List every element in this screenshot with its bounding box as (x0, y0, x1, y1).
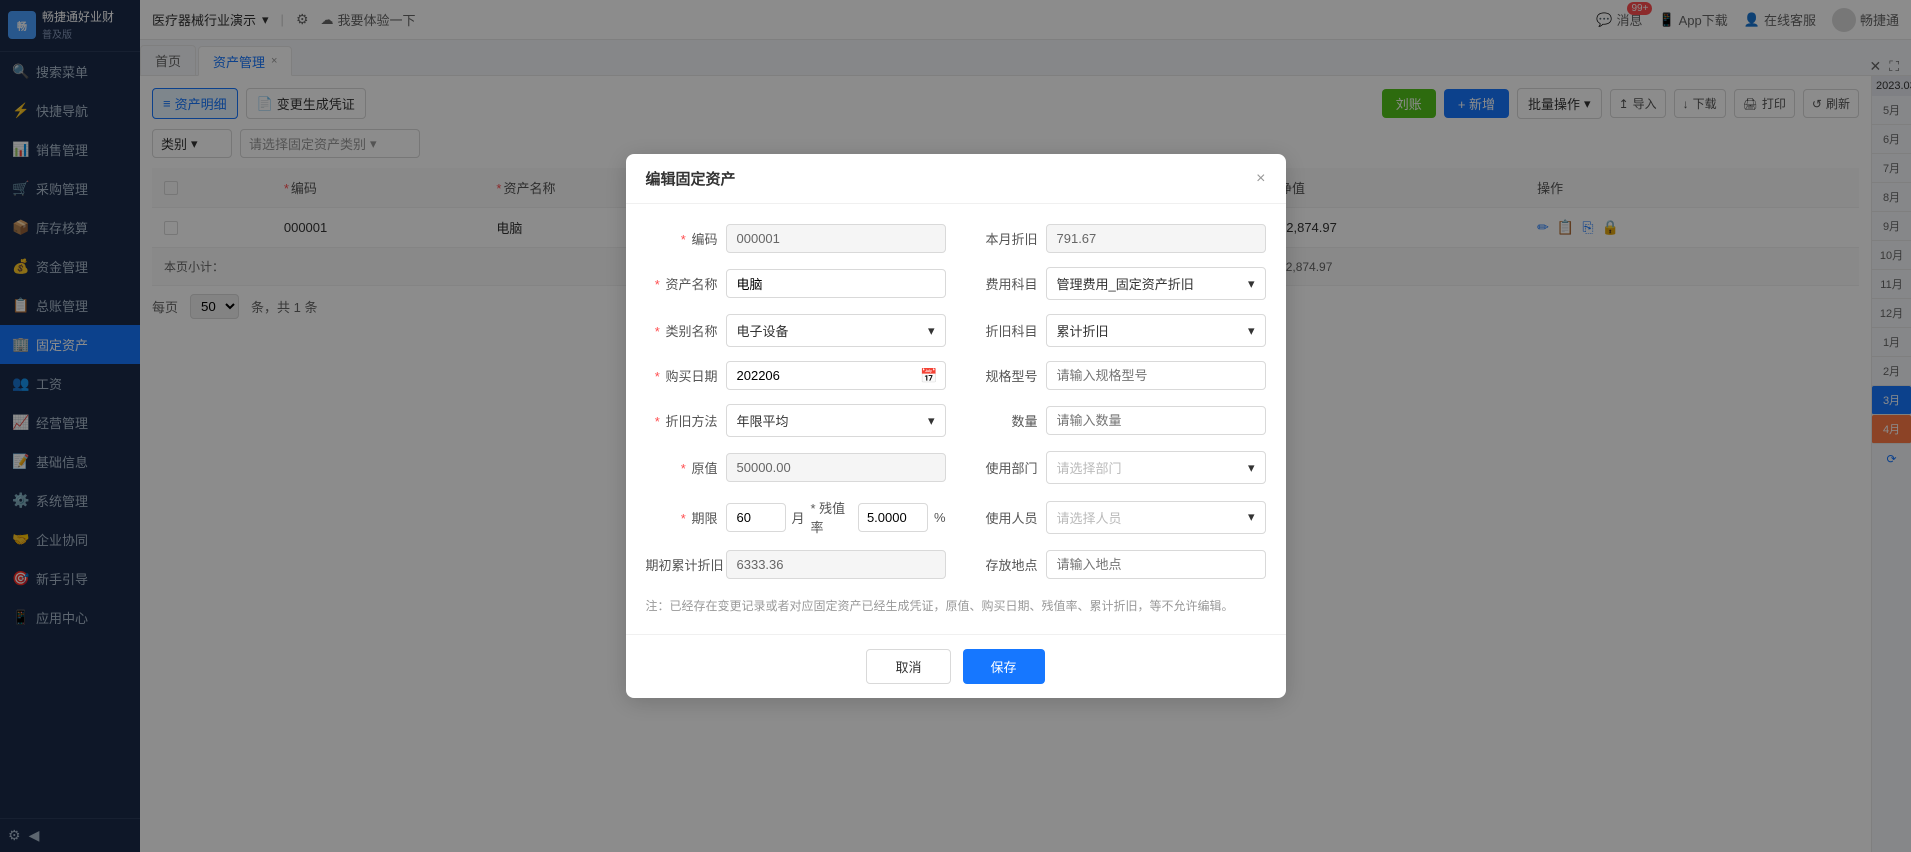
depreciation-method-label: * 折旧方法 (646, 411, 718, 430)
initial-accumulated-label: 期初累计折旧 (646, 555, 718, 574)
calendar-icon: 📅 (920, 367, 937, 384)
edit-asset-modal: 编辑固定资产 × * 编码 本月折旧 * 资产名称 (626, 154, 1286, 698)
original-value-label: * 原值 (646, 458, 718, 477)
field-category: * 类别名称 电子设备 ▾ (646, 314, 946, 347)
quantity-label: 数量 (966, 411, 1038, 430)
chevron-down-icon: ▾ (1248, 509, 1255, 525)
depreciation-subject-select[interactable]: 累计折旧 ▾ (1046, 314, 1266, 347)
purchase-date-input[interactable] (726, 361, 946, 390)
modal-close-btn[interactable]: × (1256, 170, 1265, 188)
chevron-down-icon: ▾ (1248, 460, 1255, 476)
period-input[interactable] (726, 503, 786, 532)
field-original-value: * 原值 (646, 451, 946, 484)
save-button[interactable]: 保存 (963, 649, 1045, 684)
code-label: * 编码 (646, 229, 718, 248)
code-input[interactable] (726, 224, 946, 253)
field-code: * 编码 (646, 224, 946, 253)
original-value-input[interactable] (726, 453, 946, 482)
modal-overlay: 编辑固定资产 × * 编码 本月折旧 * 资产名称 (0, 0, 1911, 852)
initial-accumulated-input[interactable] (726, 550, 946, 579)
residual-rate-label: * 残值率 (811, 498, 852, 536)
location-label: 存放地点 (966, 555, 1038, 574)
field-initial-accumulated: 期初累计折旧 (646, 550, 946, 579)
expense-subject-label: 费用科目 (966, 274, 1038, 293)
field-depreciation-subject: 折旧科目 累计折旧 ▾ (966, 314, 1266, 347)
monthly-depreciation-label: 本月折旧 (966, 229, 1038, 248)
field-period-residual: * 期限 月 * 残值率 % (646, 498, 946, 536)
field-name: * 资产名称 (646, 267, 946, 300)
category-label: * 类别名称 (646, 321, 718, 340)
modal-title: 编辑固定资产 (646, 168, 736, 189)
field-department: 使用部门 请选择部门 ▾ (966, 451, 1266, 484)
residual-rate-input[interactable] (858, 503, 928, 532)
field-expense-subject: 费用科目 管理费用_固定资产折旧 ▾ (966, 267, 1266, 300)
quantity-input[interactable] (1046, 406, 1266, 435)
modal-header: 编辑固定资产 × (626, 154, 1286, 204)
field-depreciation-method: * 折旧方法 年限平均 ▾ (646, 404, 946, 437)
spec-input[interactable] (1046, 361, 1266, 390)
monthly-depreciation-input[interactable] (1046, 224, 1266, 253)
field-person: 使用人员 请选择人员 ▾ (966, 498, 1266, 536)
modal-body: * 编码 本月折旧 * 资产名称 费用科目 (626, 204, 1286, 634)
expense-subject-select[interactable]: 管理费用_固定资产折旧 ▾ (1046, 267, 1266, 300)
location-input[interactable] (1046, 550, 1266, 579)
field-location: 存放地点 (966, 550, 1266, 579)
period-residual-inline: 月 * 残值率 % (726, 498, 946, 536)
name-input[interactable] (726, 269, 946, 298)
person-label: 使用人员 (966, 508, 1038, 527)
modal-footer: 取消 保存 (626, 634, 1286, 698)
field-monthly-depreciation: 本月折旧 (966, 224, 1266, 253)
field-spec: 规格型号 (966, 361, 1266, 390)
purchase-date-wrapper: 📅 (726, 361, 946, 390)
depreciation-method-select[interactable]: 年限平均 ▾ (726, 404, 946, 437)
name-label: * 资产名称 (646, 274, 718, 293)
category-select[interactable]: 电子设备 ▾ (726, 314, 946, 347)
chevron-down-icon: ▾ (1248, 276, 1255, 292)
chevron-down-icon: ▾ (928, 413, 935, 429)
depreciation-subject-label: 折旧科目 (966, 321, 1038, 340)
cancel-button[interactable]: 取消 (866, 649, 950, 684)
spec-label: 规格型号 (966, 366, 1038, 385)
department-label: 使用部门 (966, 458, 1038, 477)
purchase-date-label: * 购买日期 (646, 366, 718, 385)
modal-note: 注：已经存在变更记录或者对应固定资产已经生成凭证，原值、购买日期、残值率、累计折… (646, 593, 1266, 614)
period-label: * 期限 (646, 508, 718, 527)
chevron-down-icon: ▾ (1248, 323, 1255, 339)
person-select[interactable]: 请选择人员 ▾ (1046, 501, 1266, 534)
field-purchase-date: * 购买日期 📅 (646, 361, 946, 390)
field-quantity: 数量 (966, 404, 1266, 437)
chevron-down-icon: ▾ (928, 323, 935, 339)
department-select[interactable]: 请选择部门 ▾ (1046, 451, 1266, 484)
